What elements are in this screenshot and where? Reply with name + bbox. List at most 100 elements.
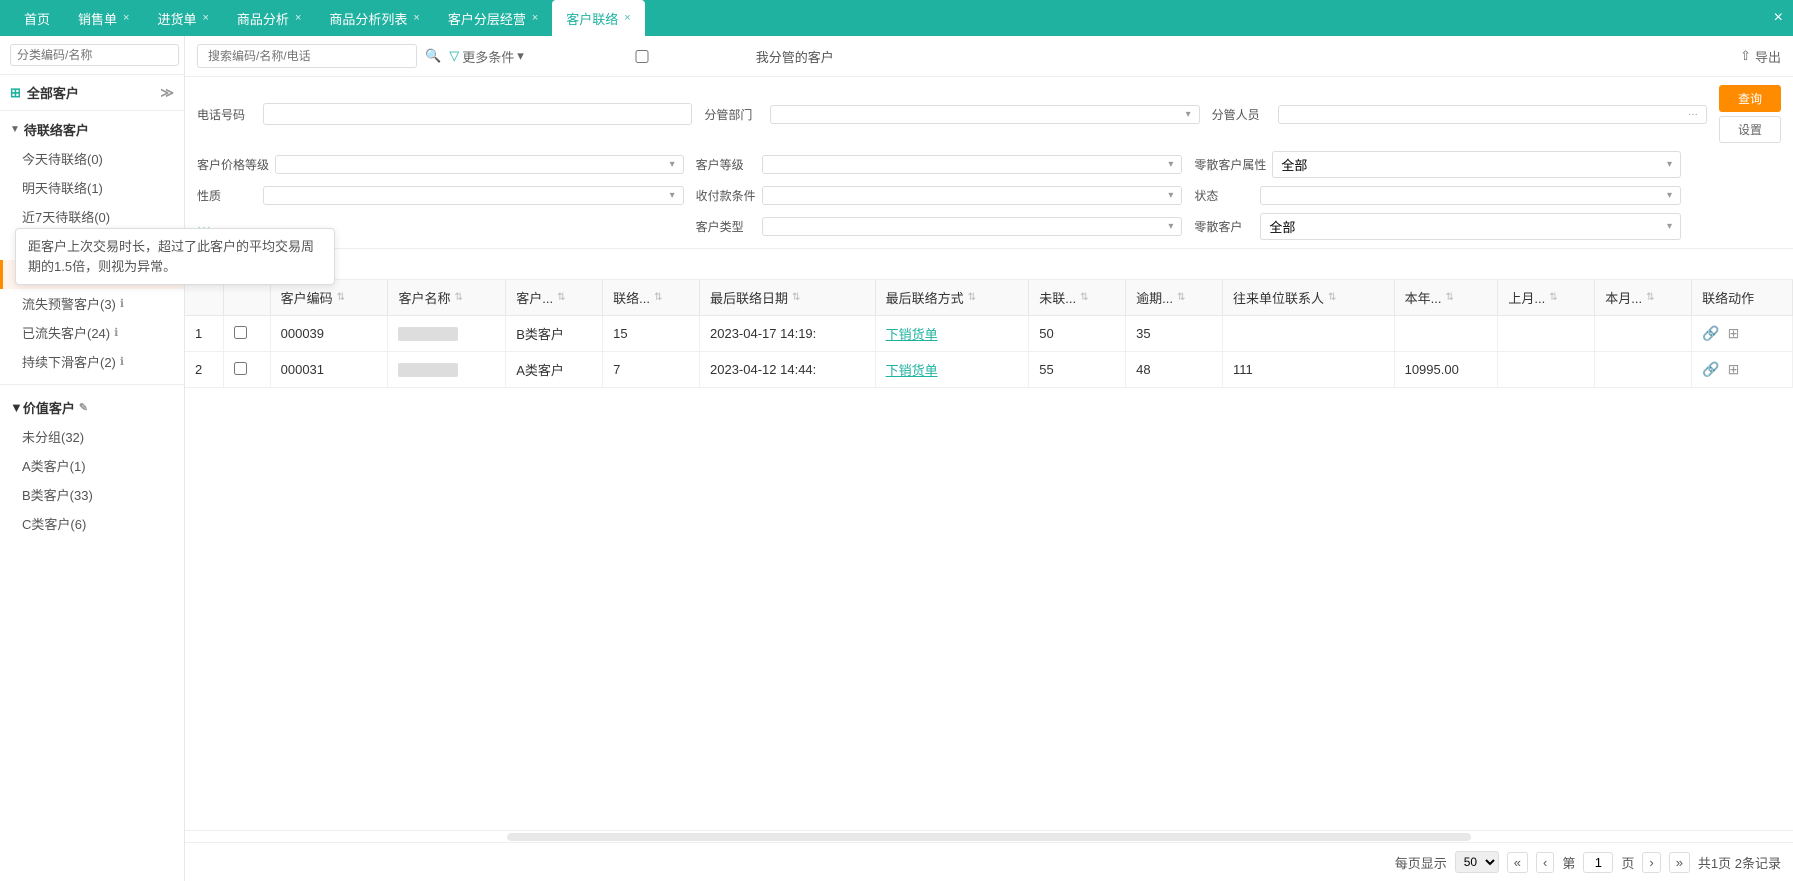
search-input[interactable]	[197, 44, 417, 68]
sidebar-item-7days[interactable]: 近7天待联络(0)	[0, 202, 184, 231]
nav-tab-home[interactable]: 首页	[10, 0, 64, 36]
export-button[interactable]: ⇧ 导出	[1740, 47, 1781, 66]
sort-icon[interactable]: ⇅	[1328, 292, 1336, 303]
dept-select[interactable]: ▾	[770, 105, 1199, 124]
sort-icon[interactable]: ⇅	[337, 292, 345, 303]
row-checkbox[interactable]	[234, 326, 247, 339]
filter-row-4: ··· 客户类型 ▾ 零散客户 全部 ▾	[197, 213, 1781, 240]
sort-icon[interactable]: ⇅	[792, 292, 800, 303]
arrow-icon: ▼	[10, 124, 20, 135]
nature-select[interactable]: ▾	[263, 186, 684, 205]
nav-tab-purchase[interactable]: 进货单 ×	[143, 0, 222, 36]
price-grade-select[interactable]: ▾	[275, 155, 684, 174]
status-select[interactable]: ▾	[1260, 186, 1681, 205]
filter-cell-scattered: 零散客户 全部 ▾	[1194, 213, 1681, 240]
first-page-button[interactable]: «	[1507, 852, 1528, 873]
my-customer-checkbox[interactable]: 我分管的客户	[532, 47, 834, 66]
sort-icon[interactable]: ⇅	[654, 292, 662, 303]
chevron-down-icon: ▾	[1168, 221, 1173, 232]
close-icon[interactable]: ×	[532, 12, 538, 24]
link-action-icon[interactable]: 🔗	[1702, 325, 1719, 342]
sidebar-item-tomorrow[interactable]: 明天待联络(1)	[0, 173, 184, 202]
last-page-button[interactable]: »	[1669, 852, 1690, 873]
my-customer-check[interactable]	[532, 50, 752, 63]
row-checkbox[interactable]	[234, 362, 247, 375]
nav-tab-product-list[interactable]: 商品分析列表 ×	[315, 0, 433, 36]
sort-icon[interactable]: ⇅	[557, 292, 565, 303]
next-page-button[interactable]: ›	[1642, 852, 1660, 873]
status-label: 状态	[1194, 187, 1254, 204]
scattered-attr-select[interactable]: 全部 ▾	[1272, 151, 1681, 178]
link-action-icon[interactable]: 🔗	[1702, 361, 1719, 378]
sidebar-item-declining[interactable]: 持续下滑客户(2) ℹ	[0, 347, 184, 376]
info-icon: ℹ	[114, 326, 118, 339]
search-icon[interactable]: 🔍	[425, 48, 441, 64]
col-index	[185, 280, 223, 316]
chevron-down-icon: ▾	[1168, 190, 1173, 201]
more-conditions-button[interactable]: ▽ 更多条件 ▾	[449, 47, 524, 66]
filter-cell-nature: 性质 ▾	[197, 186, 684, 205]
prev-page-button[interactable]: ‹	[1536, 852, 1554, 873]
page-number-input[interactable]	[1583, 852, 1613, 873]
sidebar-item-churn-warning[interactable]: 流失预警客户(3) ℹ	[0, 289, 184, 318]
sidebar-item-today[interactable]: 今天待联络(0)	[0, 144, 184, 173]
nav-tab-customer-segmentation[interactable]: 客户分层经营 ×	[434, 0, 552, 36]
sidebar-group-pending[interactable]: ▼ 待联络客户	[0, 115, 184, 144]
sort-icon[interactable]: ⇅	[1080, 292, 1088, 303]
window-close-button[interactable]: ×	[1774, 9, 1783, 27]
sidebar-item-churned[interactable]: 已流失客户(24) ℹ	[0, 318, 184, 347]
nav-tab-customer-contact[interactable]: 客户联络 ×	[552, 0, 644, 36]
sidebar-item-ungroup[interactable]: 未分组(32)	[0, 422, 184, 451]
cell-type: B类客户	[506, 316, 603, 352]
cell-contact-count: 15	[603, 316, 700, 352]
sidebar-item-a-class[interactable]: A类客户(1)	[0, 451, 184, 480]
close-icon[interactable]: ×	[295, 12, 301, 24]
filter-cell-payment: 收付款条件 ▾	[696, 186, 1183, 205]
grid-action-icon[interactable]: ⊞	[1728, 361, 1740, 378]
sort-icon[interactable]: ⇅	[1177, 292, 1185, 303]
grid-action-icon[interactable]: ⊞	[1728, 325, 1740, 342]
sidebar-collapse-button[interactable]: ≫	[160, 85, 174, 101]
customer-name-blurred	[398, 327, 458, 341]
col-overdue: 逾期...⇅	[1126, 280, 1223, 316]
close-icon[interactable]: ×	[202, 12, 208, 24]
sort-icon[interactable]: ⇅	[1445, 292, 1453, 303]
sidebar-group-value[interactable]: ▼ 价值客户 ✎	[0, 393, 184, 422]
main-layout: 🔍 ⊞ 全部客户 ≫ ▼ 待联络客户 今天待联络(0) 明天待联络(1) 近7天…	[0, 36, 1793, 881]
sidebar-item-b-class[interactable]: B类客户(33)	[0, 480, 184, 509]
filter-row-3: 性质 ▾ 收付款条件 ▾ 状态	[197, 186, 1781, 205]
payment-select[interactable]: ▾	[762, 186, 1183, 205]
nav-tab-product-analysis[interactable]: 商品分析 ×	[223, 0, 315, 36]
sort-icon[interactable]: ⇅	[968, 292, 976, 303]
sidebar-search-input[interactable]	[10, 44, 179, 66]
dept-label: 分管部门	[704, 106, 764, 123]
horizontal-scrollbar[interactable]	[185, 830, 1793, 842]
sidebar-item-c-class[interactable]: C类客户(6)	[0, 509, 184, 538]
phone-input[interactable]	[263, 103, 692, 125]
filter-icon: ▽	[449, 48, 459, 64]
customer-type-select[interactable]: ▾	[762, 217, 1183, 236]
edit-icon[interactable]: ✎	[79, 401, 88, 414]
cell-last-method: 下销货单	[875, 352, 1029, 388]
settings-button[interactable]: 设置	[1719, 116, 1781, 143]
sort-icon[interactable]: ⇅	[1646, 292, 1654, 303]
customer-grade-select[interactable]: ▾	[762, 155, 1183, 174]
last-method-link[interactable]: 下销货单	[886, 363, 938, 378]
per-page-select[interactable]: 50	[1455, 851, 1499, 873]
person-select[interactable]: ···	[1278, 105, 1707, 124]
close-icon[interactable]: ×	[413, 12, 419, 24]
cell-last-method: 下销货单	[875, 316, 1029, 352]
table-row: 1 000039 B类客户 15 2023-04-17 14:19: 下销货单 …	[185, 316, 1793, 352]
scattered-select[interactable]: 全部 ▾	[1260, 213, 1681, 240]
close-icon[interactable]: ×	[123, 12, 129, 24]
sort-icon[interactable]: ⇅	[454, 292, 462, 303]
filter-cell-customer-type: 客户类型 ▾	[696, 217, 1183, 236]
last-method-link[interactable]: 下销货单	[886, 327, 938, 342]
close-icon[interactable]: ×	[624, 12, 630, 24]
query-button[interactable]: 查询	[1719, 85, 1781, 112]
nav-tab-sales[interactable]: 销售单 ×	[64, 0, 143, 36]
col-actions: 联络动作	[1692, 280, 1793, 316]
sort-icon[interactable]: ⇅	[1549, 292, 1557, 303]
export-icon: ⇧	[1740, 48, 1751, 64]
filter-cell-phone: 电话号码	[197, 103, 692, 125]
